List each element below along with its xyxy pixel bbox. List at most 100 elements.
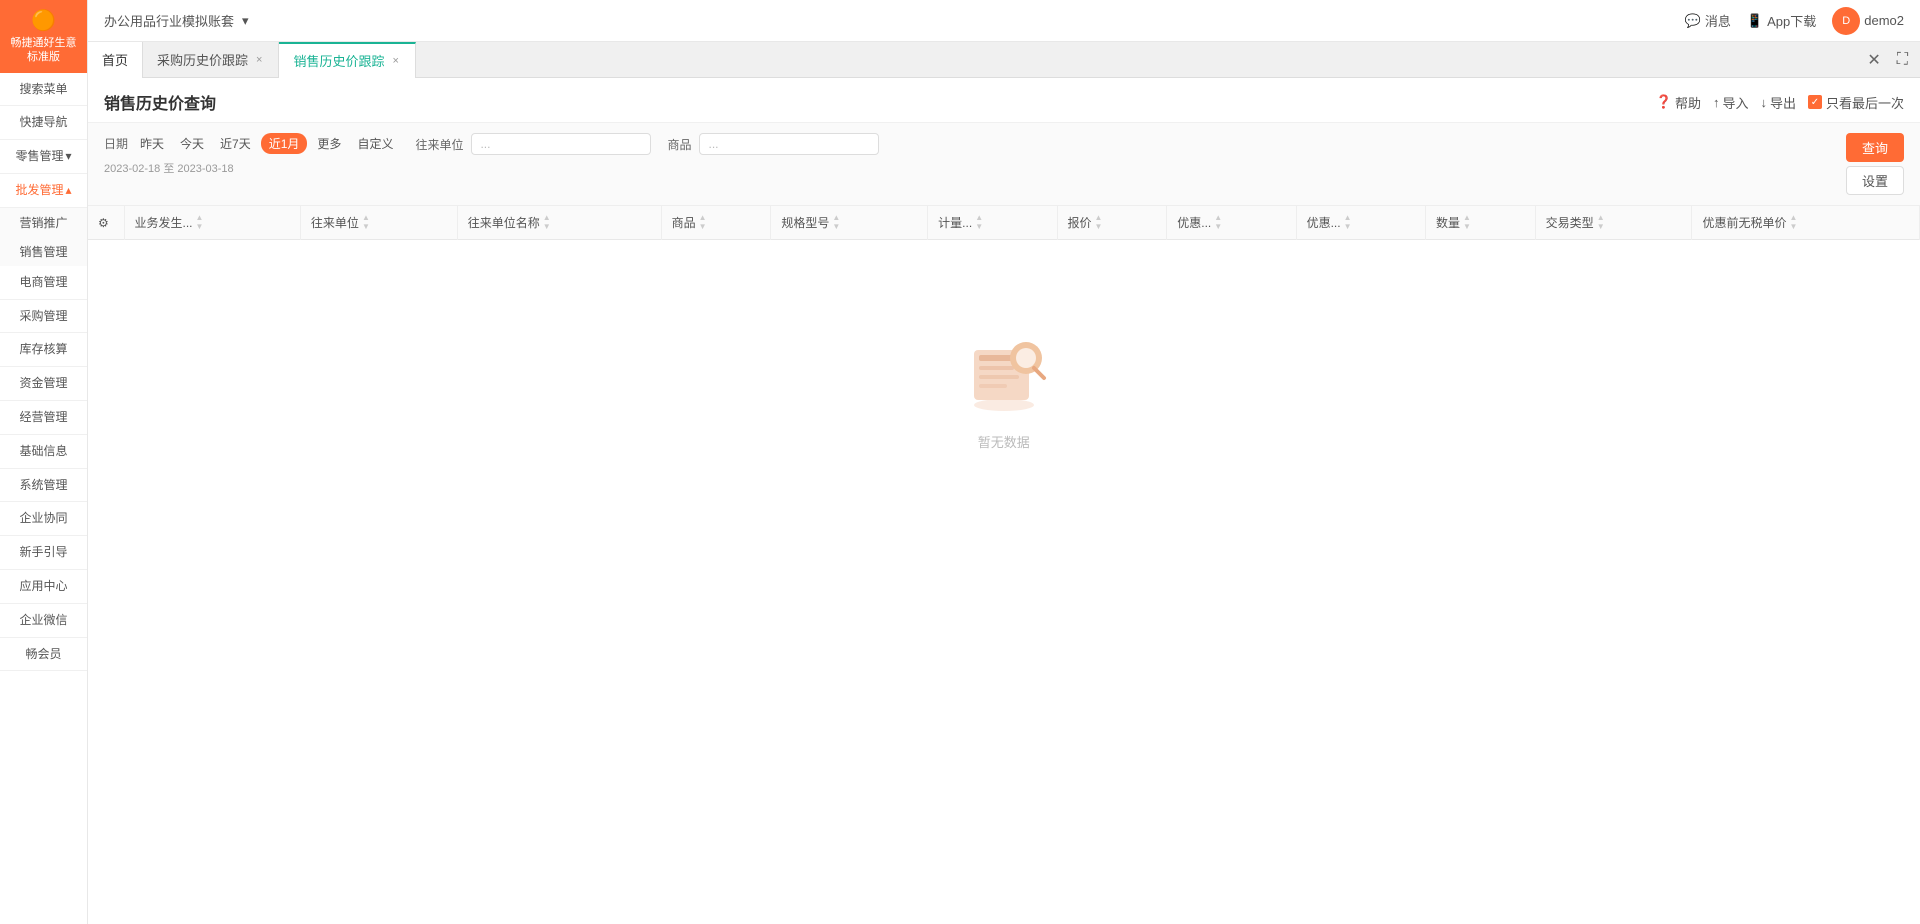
empty-text: 暂无数据 [978, 432, 1030, 451]
sort-desc-icon: ▼ [1095, 223, 1103, 231]
date-btn-last7days[interactable]: 近7天 [214, 133, 257, 154]
date-btn-more[interactable]: 更多 [311, 133, 347, 154]
tab-sales-history[interactable]: 销售历史价跟踪 × [279, 42, 415, 78]
tab-purchase-history[interactable]: 采购历史价跟踪 × [143, 42, 279, 78]
help-action[interactable]: ❓ 帮助 [1656, 93, 1701, 112]
sort-desc-icon: ▼ [1344, 223, 1352, 231]
sidebar-item-wecom[interactable]: 企业微信 [0, 604, 87, 638]
col-discount2-label: 优惠... [1307, 214, 1341, 231]
sidebar-item-quick-nav[interactable]: 快捷导航 [0, 106, 87, 140]
date-btn-yesterday[interactable]: 昨天 [134, 133, 170, 154]
sidebar-item-vip[interactable]: 畅会员 [0, 638, 87, 672]
sort-arrows[interactable]: ▲ ▼ [1597, 214, 1605, 231]
gear-icon[interactable]: ⚙ [98, 216, 109, 230]
maximize-window-button[interactable]: ⛶ [1893, 47, 1912, 73]
sort-arrows[interactable]: ▲ ▼ [1344, 214, 1352, 231]
app-name: 畅捷通好生意 [11, 36, 77, 50]
user-profile-action[interactable]: D demo2 [1832, 7, 1904, 35]
date-filter-label: 日期 [104, 135, 128, 152]
col-biz-date: 业务发生... ▲ ▼ [124, 206, 300, 240]
query-button[interactable]: 查询 [1846, 133, 1904, 162]
sidebar-item-operation[interactable]: 经营管理 [0, 401, 87, 435]
workspace-selector[interactable]: 办公用品行业模拟账套 ▾ [104, 11, 249, 30]
sidebar-item-sales-mgmt[interactable]: 销售管理 [0, 237, 87, 266]
sort-asc-icon: ▲ [196, 214, 204, 222]
col-quantity: 数量 ▲ ▼ [1425, 206, 1535, 240]
message-action[interactable]: 💬 消息 [1685, 11, 1731, 30]
sidebar-item-search[interactable]: 搜索菜单 [0, 73, 87, 107]
sort-desc-icon: ▼ [1597, 223, 1605, 231]
sort-arrows[interactable]: ▲ ▼ [1790, 214, 1798, 231]
sidebar-item-purchase[interactable]: 采购管理 [0, 300, 87, 334]
sort-arrows[interactable]: ▲ ▼ [1214, 214, 1222, 231]
help-icon: ❓ [1656, 94, 1672, 110]
col-partner-code: 往来单位 ▲ ▼ [300, 206, 457, 240]
sidebar-item-label: 批发管理 [15, 182, 63, 199]
sort-arrows[interactable]: ▲ ▼ [362, 214, 370, 231]
col-discount2: 优惠... ▲ ▼ [1296, 206, 1425, 240]
page-header: 销售历史价查询 ❓ 帮助 ↑ 导入 ↓ 导出 ✓ 只看最后一次 [88, 78, 1920, 123]
partner-filter-select[interactable]: ... [471, 133, 651, 155]
phone-icon: 📱 [1747, 13, 1763, 29]
import-action[interactable]: ↑ 导入 [1713, 93, 1749, 112]
close-tab-sales-icon[interactable]: × [390, 54, 400, 68]
only-last-label: 只看最后一次 [1826, 93, 1904, 112]
workspace-dropdown-button[interactable]: ▾ [242, 13, 249, 29]
col-settings[interactable]: ⚙ [88, 206, 124, 240]
sort-desc-icon: ▼ [1463, 223, 1471, 231]
only-last-checkbox[interactable]: ✓ 只看最后一次 [1808, 93, 1904, 112]
settings-button[interactable]: 设置 [1846, 166, 1904, 195]
sidebar-item-system[interactable]: 系统管理 [0, 469, 87, 503]
close-window-button[interactable]: ✕ [1863, 46, 1884, 74]
date-btn-custom[interactable]: 自定义 [351, 133, 399, 154]
date-btn-today[interactable]: 今天 [174, 133, 210, 154]
tab-home[interactable]: 首页 [88, 42, 143, 78]
sort-arrows[interactable]: ▲ ▼ [543, 214, 551, 231]
product-filter: 商品 ... [667, 133, 879, 155]
page-content: 销售历史价查询 ❓ 帮助 ↑ 导入 ↓ 导出 ✓ 只看最后一次 [88, 78, 1920, 924]
sidebar-item-wholesale[interactable]: 批发管理 ▴ [0, 174, 87, 208]
col-unit: 计量... ▲ ▼ [928, 206, 1057, 240]
sort-desc-icon: ▼ [362, 223, 370, 231]
avatar: D [1832, 7, 1860, 35]
sidebar-item-app-center[interactable]: 应用中心 [0, 570, 87, 604]
sidebar-item-ecommerce[interactable]: 电商管理 [0, 266, 87, 300]
tab-sales-history-label: 销售历史价跟踪 [293, 51, 384, 70]
sort-desc-icon: ▼ [1214, 223, 1222, 231]
sort-arrows[interactable]: ▲ ▼ [975, 214, 983, 231]
data-table-area: ⚙ 业务发生... ▲ ▼ [88, 206, 1920, 924]
app-download-label: App下载 [1767, 11, 1816, 30]
sort-arrows[interactable]: ▲ ▼ [1463, 214, 1471, 231]
sidebar-item-retail[interactable]: 零售管理 ▾ [0, 140, 87, 174]
help-label: 帮助 [1675, 93, 1701, 112]
product-filter-select[interactable]: ... [699, 133, 879, 155]
sort-arrows[interactable]: ▲ ▼ [1095, 214, 1103, 231]
date-quick-buttons: 昨天 今天 近7天 近1月 更多 自定义 [134, 133, 399, 154]
main-content: 办公用品行业模拟账套 ▾ 💬 消息 📱 App下载 D demo2 首页 [88, 0, 1920, 924]
sort-desc-icon: ▼ [975, 223, 983, 231]
sidebar-item-inventory[interactable]: 库存核算 [0, 333, 87, 367]
sidebar-item-basic-info[interactable]: 基础信息 [0, 435, 87, 469]
close-tab-purchase-icon[interactable]: × [254, 53, 264, 67]
sidebar-item-label: 基础信息 [19, 444, 67, 458]
sort-arrows[interactable]: ▲ ▼ [196, 214, 204, 231]
sidebar-item-finance[interactable]: 资金管理 [0, 367, 87, 401]
partner-filter-label: 往来单位 [415, 136, 463, 153]
sidebar-item-label: 营销推广 [19, 216, 67, 230]
product-filter-label: 商品 [667, 136, 691, 153]
sidebar-item-marketing[interactable]: 营销推广 [0, 208, 87, 237]
date-btn-last1month[interactable]: 近1月 [261, 133, 308, 154]
export-action[interactable]: ↓ 导出 [1760, 93, 1796, 112]
sidebar-item-enterprise[interactable]: 企业协同 [0, 502, 87, 536]
sort-asc-icon: ▲ [1095, 214, 1103, 222]
import-icon: ↑ [1713, 95, 1720, 110]
sidebar-item-guide[interactable]: 新手引导 [0, 536, 87, 570]
sort-asc-icon: ▲ [362, 214, 370, 222]
sort-asc-icon: ▲ [699, 214, 707, 222]
sort-asc-icon: ▲ [1463, 214, 1471, 222]
app-download-action[interactable]: 📱 App下载 [1747, 11, 1816, 30]
sort-arrows[interactable]: ▲ ▼ [832, 214, 840, 231]
empty-state: 暂无数据 [88, 240, 1920, 531]
col-discount1-label: 优惠... [1177, 214, 1211, 231]
sort-arrows[interactable]: ▲ ▼ [699, 214, 707, 231]
